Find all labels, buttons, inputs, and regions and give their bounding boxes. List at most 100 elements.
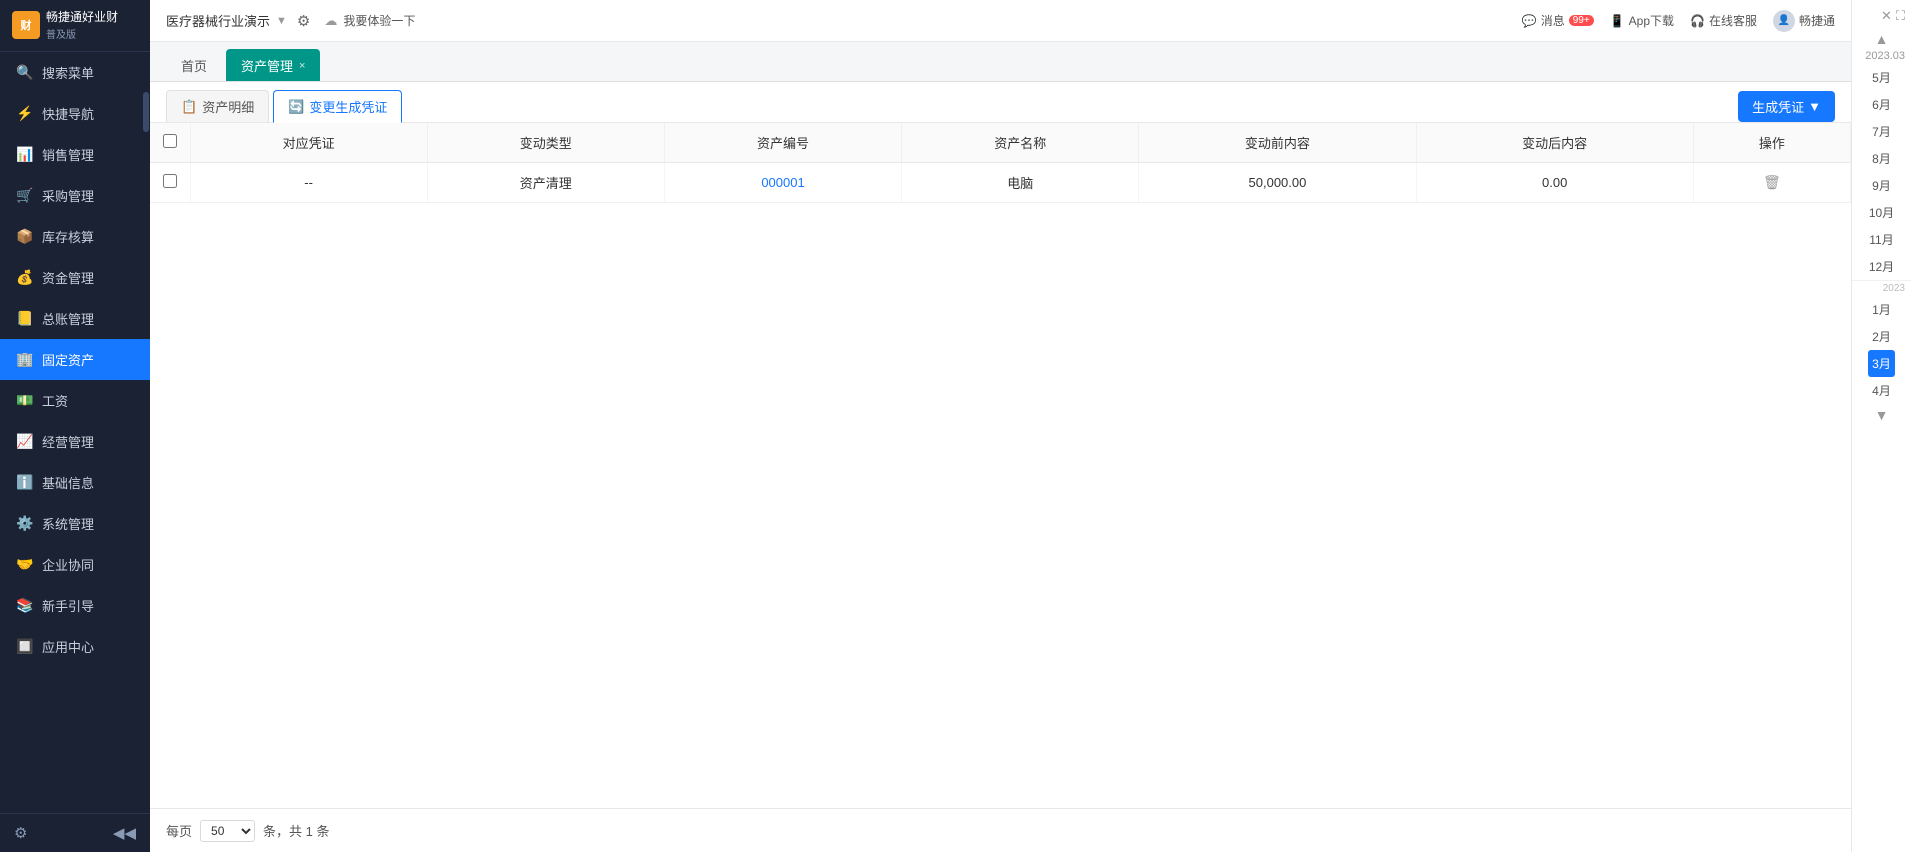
month-item[interactable]: 1月 [1864,296,1899,323]
tabbar: 首页 资产管理 × [150,42,1851,82]
month-item[interactable]: 9月 [1865,172,1898,199]
main-area: 医疗器械行业演示 ▼ ⚙ ☁ 我要体验一下 💬 消息 99+ 📱 App下载 🎧… [150,0,1851,852]
month-item[interactable]: 12月 [1865,253,1898,280]
generate-voucher-btn[interactable]: 生成凭证 ▼ [1738,91,1835,122]
table-header-row: 对应凭证 变动类型 资产编号 资产名称 变动前内容 变动后内容 操作 [150,123,1851,163]
sidebar-item-system[interactable]: ⚙️ 系统管理 [0,503,150,544]
sales-icon: 📊 [16,145,34,163]
inventory-icon: 📦 [16,227,34,245]
online-service-label: 在线客服 [1709,12,1757,29]
sidebar-nav: 🔍搜索菜单⚡快捷导航📊销售管理🛒采购管理📦库存核算💰资金管理 📒 总账管理 🏢固定资产… [0,52,150,813]
avatar: 👤 [1773,10,1795,32]
cooperation-icon: 🤝 [16,555,34,573]
close-panel-icon[interactable]: ✕ [1881,8,1892,24]
month-item[interactable]: 2月 [1864,323,1899,350]
topbar-right: 💬 消息 99+ 📱 App下载 🎧 在线客服 👤 畅捷通 [1522,10,1835,32]
tab-asset-management[interactable]: 资产管理 × [226,49,320,81]
asset-detail-label: 资产明细 [202,97,254,116]
company-dropdown-arrow[interactable]: ▼ [276,15,287,27]
app-center-icon: 🔲 [16,637,34,655]
sidebar-label-funds: 资金管理 [42,268,94,287]
cell-asset-no: 000001 [664,163,901,203]
table-row: -- 资产清理 000001 电脑 50,000.00 0.00 🗑 [150,163,1851,203]
month-item[interactable]: 6月 [1865,91,1898,118]
select-all-checkbox[interactable] [163,134,177,148]
month-item[interactable]: 7月 [1865,118,1898,145]
tab-close-icon[interactable]: × [299,60,305,72]
table-icon: 📋 [181,99,197,115]
app-download-label: App下载 [1629,12,1674,29]
month-item[interactable]: 11月 [1865,226,1898,253]
month-item[interactable]: 3月 [1868,350,1895,377]
collapse-icon[interactable]: ◀◀ [113,824,136,842]
user-area[interactable]: 👤 畅捷通 [1773,10,1835,32]
sidebar-label-ledger: 总账管理 [42,309,94,328]
sidebar-item-quick-nav[interactable]: ⚡快捷导航 [0,93,150,134]
scroll-up-arrow[interactable]: ▲ [1872,28,1892,50]
per-page-select[interactable]: 102050100 [200,820,255,842]
col-change-type: 变动类型 [427,123,664,163]
col-asset-no: 资产编号 [664,123,901,163]
scroll-down-arrow[interactable]: ▼ [1872,404,1892,426]
col-after: 变动后内容 [1416,123,1693,163]
sidebar-item-app-center[interactable]: 🔲应用中心 [0,626,150,667]
asset-table: 对应凭证 变动类型 资产编号 资产名称 变动前内容 变动后内容 操作 -- 资产… [150,123,1851,203]
sidebar-label-system: 系统管理 [42,514,94,533]
row-checkbox-cell [150,163,190,203]
col-action: 操作 [1693,123,1850,163]
month-item[interactable]: 4月 [1864,377,1899,404]
experience-text[interactable]: 我要体验一下 [343,12,415,29]
sidebar-item-funds[interactable]: 💰资金管理 [0,257,150,298]
settings-icon[interactable]: ⚙ [14,824,27,842]
messages-btn[interactable]: 💬 消息 99+ [1522,12,1594,29]
operations-icon: 📈 [16,432,34,450]
sidebar-label-search: 搜索菜单 [42,63,94,82]
sidebar-item-fixed-assets[interactable]: 🏢固定资产 [0,339,150,380]
inner-tab-row: 📋 资产明细 🔄 变更生成凭证 生成凭证 ▼ [150,82,1851,123]
col-asset-name: 资产名称 [902,123,1139,163]
logo-sub: 普及版 [46,26,118,41]
inner-tab-asset-detail[interactable]: 📋 资产明细 [166,90,269,122]
year-label: 2023.03 [1852,50,1911,64]
sidebar-item-search[interactable]: 🔍搜索菜单 [0,52,150,93]
sidebar-item-cooperation[interactable]: 🤝企业协同 [0,544,150,585]
sidebar-label-basic-info: 基础信息 [42,473,94,492]
per-page-label: 每页 [166,821,192,840]
month-item[interactable]: 8月 [1865,145,1898,172]
row-checkbox[interactable] [163,174,177,188]
sidebar-item-purchase[interactable]: 🛒采购管理 [0,175,150,216]
basic-info-icon: ℹ️ [16,473,34,491]
sidebar-item-operations[interactable]: 📈经营管理 [0,421,150,462]
month-item[interactable]: 5月 [1865,64,1898,91]
app-download-btn[interactable]: 📱 App下载 [1610,12,1674,29]
sidebar-item-basic-info[interactable]: ℹ️ 基础信息 [0,462,150,503]
pagination: 每页 102050100 条，共 1 条 [150,808,1851,852]
scrollbar-thumb[interactable] [143,92,149,132]
logo-text: 畅捷通好业财 [46,10,118,26]
service-icon: 🎧 [1690,14,1705,28]
ledger-icon: 📒 [16,309,34,327]
sidebar-item-ledger[interactable]: 📒 总账管理 [0,298,150,339]
table-container: 对应凭证 变动类型 资产编号 资产名称 变动前内容 变动后内容 操作 -- 资产… [150,123,1851,808]
sidebar-item-guide[interactable]: 📚新手引导 [0,585,150,626]
home-tab-label: 首页 [181,56,207,75]
inner-tab-change-voucher[interactable]: 🔄 变更生成凭证 [273,90,402,123]
sidebar-item-inventory[interactable]: 📦库存核算 [0,216,150,257]
system-icon: ⚙️ [16,514,34,532]
sidebar-item-salary[interactable]: 💵工资 [0,380,150,421]
header-checkbox-cell [150,123,190,163]
tab-home[interactable]: 首页 [166,49,222,81]
delete-icon[interactable]: 🗑 [1763,174,1781,190]
messages-badge: 99+ [1569,15,1594,26]
settings-gear-icon[interactable]: ⚙ [297,12,310,30]
online-service-btn[interactable]: 🎧 在线客服 [1690,12,1757,29]
sidebar-bottom: ⚙ ◀◀ [0,813,150,852]
generate-btn-arrow: ▼ [1808,99,1821,114]
expand-panel-icon[interactable]: ⛶ [1896,8,1905,24]
sidebar-item-sales[interactable]: 📊销售管理 [0,134,150,175]
cell-before: 50,000.00 [1139,163,1416,203]
sidebar-label-fixed-assets: 固定资产 [42,350,94,369]
cell-asset-name: 电脑 [902,163,1139,203]
change-icon: 🔄 [288,99,304,115]
month-item[interactable]: 10月 [1865,199,1898,226]
